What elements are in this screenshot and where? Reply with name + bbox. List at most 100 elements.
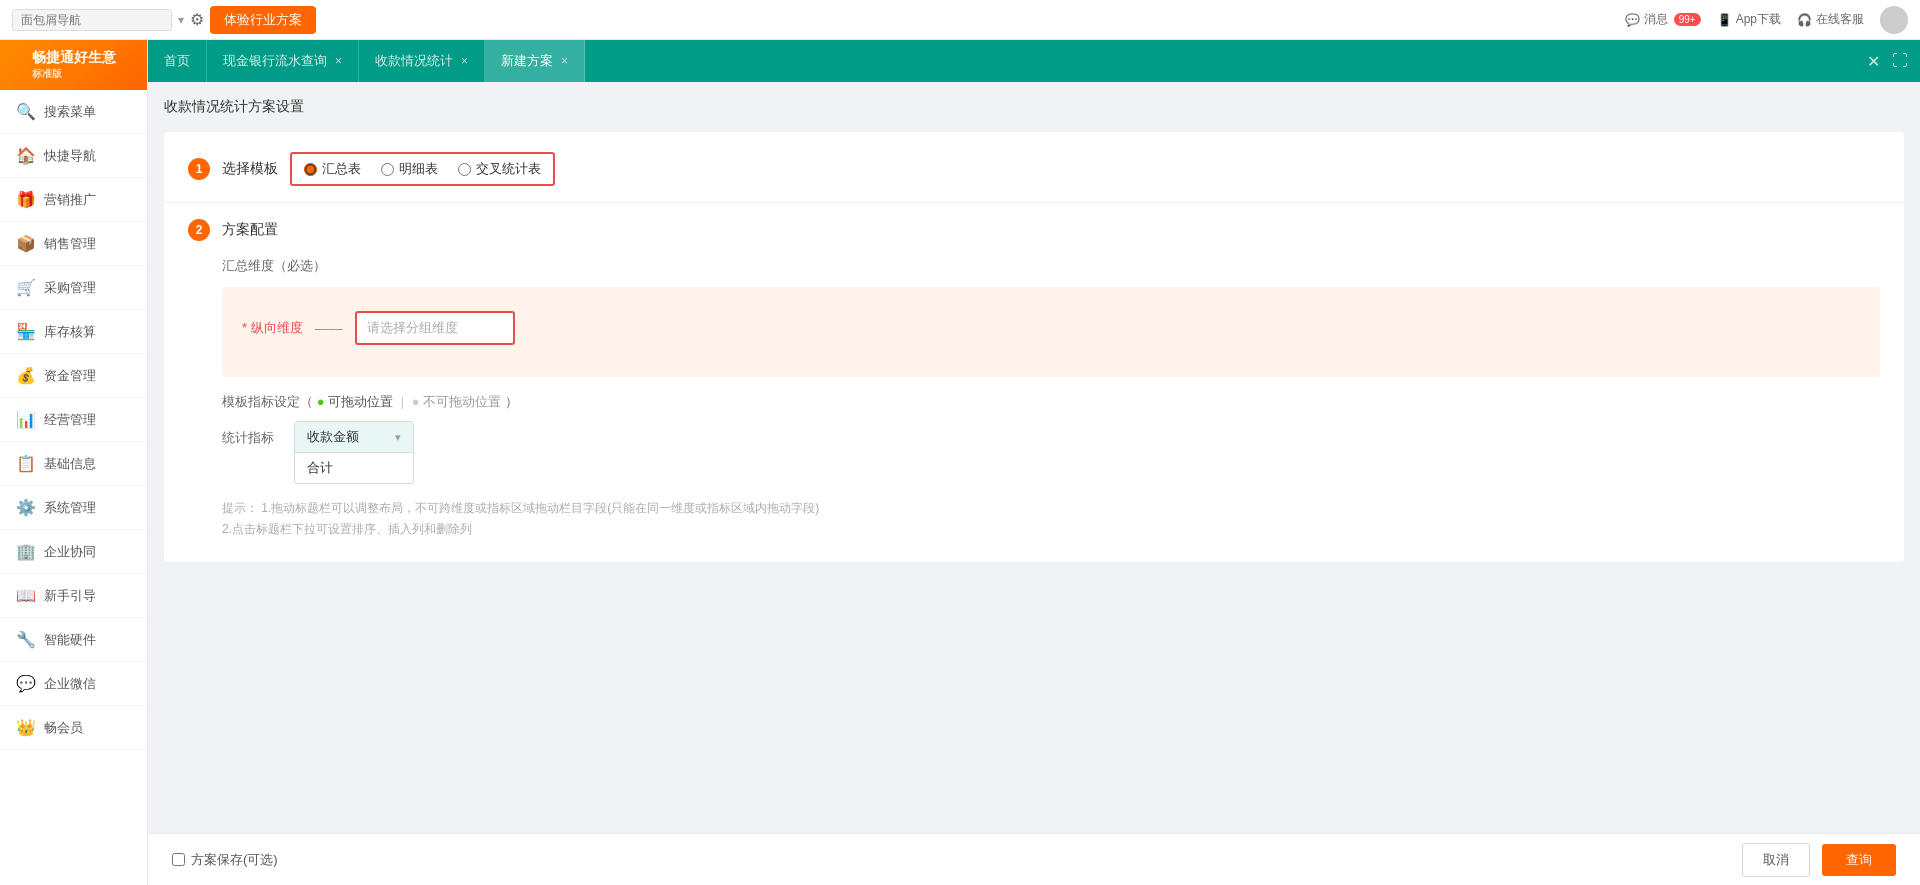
radio-cross[interactable]: 交叉统计表 [458,160,541,178]
tab-cashflow[interactable]: 现金银行流水查询 × [207,40,359,82]
radio-cross-input[interactable] [458,163,471,176]
sidebar-item-management[interactable]: 📊 经营管理 [0,398,147,442]
sidebar-item-label: 基础信息 [44,455,96,473]
tab-new-plan-close[interactable]: × [561,54,568,68]
sidebar-item-label: 新手引导 [44,587,96,605]
main-layout: 畅捷通好生意 标准版 🔍 搜索菜单 🏠 快捷导航 🎁 营销推广 📦 销售管理 🛒… [0,40,1920,885]
chevron-down-icon[interactable]: ▾ [178,13,184,27]
hint-1: 提示： 1.拖动标题栏可以调整布局，不可跨维度或指标区域拖动栏目字段(只能在同一… [222,500,1880,517]
sidebar-item-label: 系统管理 [44,499,96,517]
query-button[interactable]: 查询 [1822,844,1896,876]
radio-summary[interactable]: 汇总表 [304,160,361,178]
logo-name: 畅捷通好生意 [32,49,116,67]
hint-2: 2.点击标题栏下拉可设置排序、插入列和删除列 [222,521,1880,538]
radio-detail[interactable]: 明细表 [381,160,438,178]
tab-cashflow-label: 现金银行流水查询 [223,52,327,70]
cancel-button[interactable]: 取消 [1742,843,1810,877]
building-icon: 🏢 [16,542,36,561]
metrics-header: 模板指标设定（ ● 可拖动位置 | ● 不可拖动位置 ） [222,393,1880,411]
messages-item[interactable]: 💬 消息 99+ [1625,11,1701,28]
sidebar-item-search[interactable]: 🔍 搜索菜单 [0,90,147,134]
tab-bar-right: ✕ ⛶ [1855,40,1920,82]
bottom-bar: 方案保存(可选) 取消 查询 [148,833,1920,885]
settings-card: 1 选择模板 汇总表 明细表 交叉统计表 [164,132,1904,562]
step1-row: 1 选择模板 汇总表 明细表 交叉统计表 [188,152,1880,186]
metrics-section: 模板指标设定（ ● 可拖动位置 | ● 不可拖动位置 ） [222,393,1880,484]
save-checkbox[interactable] [172,853,185,866]
sidebar-item-nav[interactable]: 🏠 快捷导航 [0,134,147,178]
step1-badge: 1 [188,158,210,180]
sidebar-item-guide[interactable]: 📖 新手引导 [0,574,147,618]
radio-detail-input[interactable] [381,163,394,176]
dimension-config: 汇总维度（必选） * 纵向维度 —— 请选择分组维度 [222,257,1880,538]
template-radio-group: 汇总表 明细表 交叉统计表 [290,152,555,186]
step2-title: 方案配置 [222,221,278,239]
sidebar-item-wechat[interactable]: 💬 企业微信 [0,662,147,706]
sidebar-item-enterprise[interactable]: 🏢 企业协同 [0,530,147,574]
sidebar-item-label: 畅会员 [44,719,83,737]
metrics-dropdown-icon[interactable]: ▾ [395,431,401,444]
avatar[interactable] [1880,6,1908,34]
step2-row: 2 方案配置 [188,219,1880,241]
hint-section: 提示： 1.拖动标题栏可以调整布局，不可跨维度或指标区域拖动栏目字段(只能在同一… [222,500,1880,538]
step2-badge: 2 [188,219,210,241]
sidebar-item-label: 快捷导航 [44,147,96,165]
app-download-item[interactable]: 📱 App下载 [1717,11,1781,28]
sidebar-item-marketing[interactable]: 🎁 营销推广 [0,178,147,222]
sidebar-item-member[interactable]: 👑 畅会员 [0,706,147,750]
gear-icon[interactable]: ⚙ [190,10,204,29]
chart-icon: 📊 [16,410,36,429]
gift-icon: 🎁 [16,190,36,209]
metrics-header-row[interactable]: 收款金额 ▾ [295,422,413,453]
sidebar-item-label: 资金管理 [44,367,96,385]
save-option: 方案保存(可选) [172,851,1730,869]
top-bar-right: 💬 消息 99+ 📱 App下载 🎧 在线客服 [1625,6,1908,34]
tab-bar: 首页 现金银行流水查询 × 收款情况统计 × 新建方案 × ✕ ⛶ [148,40,1920,82]
divider [164,202,1904,203]
metrics-header-cell: 收款金额 [307,428,359,446]
home-icon: 🏠 [16,146,36,165]
tab-new-plan-label: 新建方案 [501,52,553,70]
metrics-data-cell: 合计 [295,453,413,483]
app-icon: 📱 [1717,13,1732,27]
tab-receipts-close[interactable]: × [461,54,468,68]
money-icon: 💰 [16,366,36,385]
settings-icon: ⚙️ [16,498,36,517]
sidebar-item-label: 企业协同 [44,543,96,561]
arrow-icon: —— [315,320,343,336]
list-icon: 📋 [16,454,36,473]
sidebar-item-inventory[interactable]: 🏪 库存核算 [0,310,147,354]
radio-detail-label: 明细表 [399,160,438,178]
sidebar-item-purchase[interactable]: 🛒 采购管理 [0,266,147,310]
non-draggable-indicator: ● [412,394,420,409]
tab-cashflow-close[interactable]: × [335,54,342,68]
maximize-icon[interactable]: ⛶ [1892,52,1908,70]
sidebar: 畅捷通好生意 标准版 🔍 搜索菜单 🏠 快捷导航 🎁 营销推广 📦 销售管理 🛒… [0,40,148,885]
close-window-icon[interactable]: ✕ [1867,52,1880,71]
message-icon: 💬 [1625,13,1640,27]
tab-home[interactable]: 首页 [148,40,207,82]
stats-label: 统计指标 [222,429,274,447]
online-service-item[interactable]: 🎧 在线客服 [1797,11,1864,28]
metrics-title: 模板指标设定（ ● 可拖动位置 | ● 不可拖动位置 ） [222,393,518,411]
online-service-label: 在线客服 [1816,11,1864,28]
vertical-dim-row: * 纵向维度 —— 请选择分组维度 [242,311,1860,345]
breadcrumb-input[interactable] [12,9,172,31]
sidebar-item-basic[interactable]: 📋 基础信息 [0,442,147,486]
sidebar-item-label: 企业微信 [44,675,96,693]
tab-receipts[interactable]: 收款情况统计 × [359,40,485,82]
sidebar-item-hardware[interactable]: 🔧 智能硬件 [0,618,147,662]
sidebar-item-sales[interactable]: 📦 销售管理 [0,222,147,266]
wechat-icon: 💬 [16,674,36,693]
sidebar-item-system[interactable]: ⚙️ 系统管理 [0,486,147,530]
sidebar-item-label: 营销推广 [44,191,96,209]
dimension-select[interactable]: 请选择分组维度 [355,311,515,345]
radio-summary-input[interactable] [304,163,317,176]
sidebar-item-finance[interactable]: 💰 资金管理 [0,354,147,398]
industry-btn[interactable]: 体验行业方案 [210,6,316,34]
headset-icon: 🎧 [1797,13,1812,27]
radio-summary-label: 汇总表 [322,160,361,178]
content-area: 首页 现金银行流水查询 × 收款情况统计 × 新建方案 × ✕ ⛶ 收款情况统计… [148,40,1920,885]
tab-new-plan[interactable]: 新建方案 × [485,40,585,82]
sidebar-item-label: 库存核算 [44,323,96,341]
